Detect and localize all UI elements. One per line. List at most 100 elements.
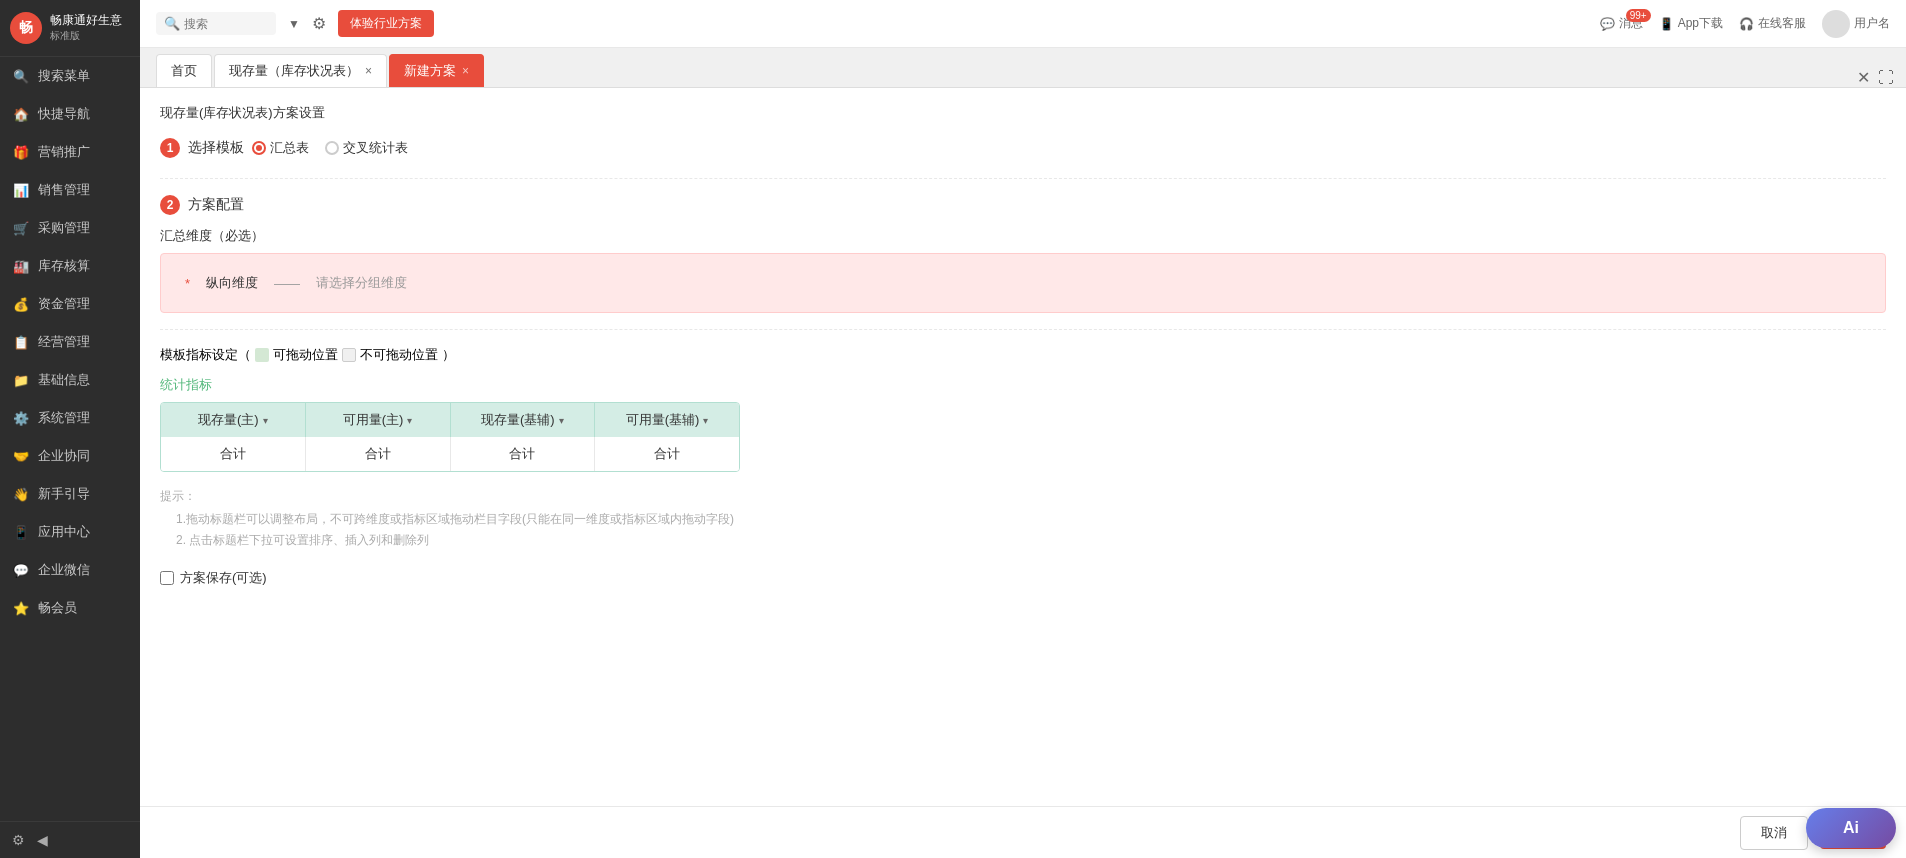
sidebar-label-operations: 经营管理 [38,333,90,351]
tab-label-home: 首页 [171,62,197,80]
sidebar-label-search-menu: 搜索菜单 [38,67,90,85]
sidebar-label-purchase: 采购管理 [38,219,90,237]
sidebar-nav: 🔍 搜索菜单 🏠 快捷导航 🎁 营销推广 📊 销售管理 🛒 采购管理 🏭 库存核… [0,57,140,821]
stats-col-arrow-1[interactable]: ▾ [407,415,412,426]
trial-button[interactable]: 体验行业方案 [338,10,434,37]
username-label: 用户名 [1854,15,1890,32]
sidebar-item-company[interactable]: 🤝 企业协同 [0,437,140,475]
close-tab-icon[interactable]: ✕ [1857,68,1870,87]
stats-col-arrow-3[interactable]: ▾ [703,415,708,426]
app-download-button[interactable]: 📱 App下载 [1659,15,1723,32]
stats-col-arrow-0[interactable]: ▾ [263,415,268,426]
tab-controls: ✕ ⛶ [1857,68,1906,87]
sidebar-item-system[interactable]: ⚙️ 系统管理 [0,399,140,437]
tips-title: 提示： [160,488,1886,505]
footer-bar: 取消 查询 [140,806,1906,858]
stats-cell-1: 合计 [306,437,451,471]
tab-home[interactable]: 首页 [156,54,212,87]
stats-col-label-2: 现存量(基辅) [481,411,555,429]
stats-col-header-1[interactable]: 可用量(主) ▾ [306,403,451,437]
headset-icon: 🎧 [1739,17,1754,31]
metrics-legend-row: 模板指标设定（ 可拖动位置 不可拖动位置 ） [160,346,1886,364]
search-input[interactable] [184,17,264,31]
stats-col-header-0[interactable]: 现存量(主) ▾ [161,403,306,437]
sidebar-item-newbie[interactable]: 👋 新手引导 [0,475,140,513]
sidebar-item-app-center[interactable]: 📱 应用中心 [0,513,140,551]
stats-col-header-2[interactable]: 现存量(基辅) ▾ [451,403,596,437]
radio-label-0: 汇总表 [270,139,309,157]
section2-title: 方案配置 [188,196,244,214]
sidebar-item-marketing[interactable]: 🎁 营销推广 [0,133,140,171]
dimension-placeholder[interactable]: 请选择分组维度 [316,274,407,292]
avatar [1822,10,1850,38]
sidebar-item-member[interactable]: ⭐ 畅会员 [0,589,140,627]
phone-icon: 📱 [1659,17,1674,31]
sidebar-label-member: 畅会员 [38,599,77,617]
tab-new-plan[interactable]: 新建方案 × [389,54,484,87]
message-badge: 99+ [1626,9,1651,22]
sidebar-item-basic-info[interactable]: 📁 基础信息 [0,361,140,399]
sales-icon: 📊 [12,181,30,199]
dimension-label: 汇总维度（必选） [160,227,1886,245]
metrics-label: 模板指标设定（ [160,346,251,364]
wechat-icon: 💬 [12,561,30,579]
collapse-icon[interactable]: ◀ [37,832,48,848]
radio-option-0[interactable]: 汇总表 [252,139,309,157]
search-icon: 🔍 [164,16,180,31]
finance-icon: 💰 [12,295,30,313]
ai-bubble[interactable]: Ai [1806,808,1896,848]
app-name: 畅康通好生意 [50,13,122,29]
marketing-icon: 🎁 [12,143,30,161]
save-label: 方案保存(可选) [180,569,267,587]
stats-col-arrow-2[interactable]: ▾ [559,415,564,426]
search-menu-icon: 🔍 [12,67,30,85]
divider1 [160,178,1886,179]
radio-option-1[interactable]: 交叉统计表 [325,139,408,157]
sidebar-item-quick-nav[interactable]: 🏠 快捷导航 [0,95,140,133]
radio-label-1: 交叉统计表 [343,139,408,157]
stats-col-header-3[interactable]: 可用量(基辅) ▾ [595,403,739,437]
dimension-box: * 纵向维度 —— 请选择分组维度 [160,253,1886,313]
sidebar-label-finance: 资金管理 [38,295,90,313]
section1-num: 1 [160,138,180,158]
stats-table-body: 合计合计合计合计 [161,437,739,471]
sidebar-item-finance[interactable]: 💰 资金管理 [0,285,140,323]
cancel-button[interactable]: 取消 [1740,816,1808,850]
sidebar-item-operations[interactable]: 📋 经营管理 [0,323,140,361]
dimension-required-mark: * [185,276,190,291]
stats-section-label: 统计指标 [160,376,1886,394]
radio-dot-0 [252,141,266,155]
message-icon: 💬 [1600,17,1615,31]
drag-color-swatch [255,348,269,362]
tab-close-new-plan[interactable]: × [462,64,469,78]
sidebar-item-purchase[interactable]: 🛒 采购管理 [0,209,140,247]
member-icon: ⭐ [12,599,30,617]
expand-tab-icon[interactable]: ⛶ [1878,69,1894,87]
user-area[interactable]: 用户名 [1822,10,1890,38]
tab-inventory-status[interactable]: 现存量（库存状况表）× [214,54,387,87]
stats-cell-2: 合计 [451,437,596,471]
radio-dot-1 [325,141,339,155]
sidebar-label-company: 企业协同 [38,447,90,465]
stats-col-label-1: 可用量(主) [343,411,404,429]
sidebar-item-wechat[interactable]: 💬 企业微信 [0,551,140,589]
basic-info-icon: 📁 [12,371,30,389]
tab-close-inventory-status[interactable]: × [365,64,372,78]
settings-icon[interactable]: ⚙ [12,832,25,848]
app-download-label: App下载 [1678,15,1723,32]
non-draggable-label: 不可拖动位置 [360,346,438,364]
topbar-gear-icon[interactable]: ⚙ [312,14,326,33]
main-content: 🔍 ▼ ⚙ 体验行业方案 💬 消息 99+ 📱 App下载 🎧 在线客服 用户名 [140,0,1906,858]
save-checkbox[interactable] [160,571,174,585]
message-button[interactable]: 💬 消息 99+ [1600,15,1643,32]
tab-label-new-plan: 新建方案 [404,62,456,80]
online-service-button[interactable]: 🎧 在线客服 [1739,15,1806,32]
topbar-dropdown-icon[interactable]: ▼ [288,17,300,31]
sidebar-item-search-menu[interactable]: 🔍 搜索菜单 [0,57,140,95]
sidebar-label-app-center: 应用中心 [38,523,90,541]
sidebar-item-inventory[interactable]: 🏭 库存核算 [0,247,140,285]
tip-item-0: 1.拖动标题栏可以调整布局，不可跨维度或指标区域拖动栏目字段(只能在同一维度或指… [160,511,1886,528]
topbar-search-box[interactable]: 🔍 [156,12,276,35]
dimension-name: 纵向维度 [206,274,258,292]
sidebar-item-sales[interactable]: 📊 销售管理 [0,171,140,209]
